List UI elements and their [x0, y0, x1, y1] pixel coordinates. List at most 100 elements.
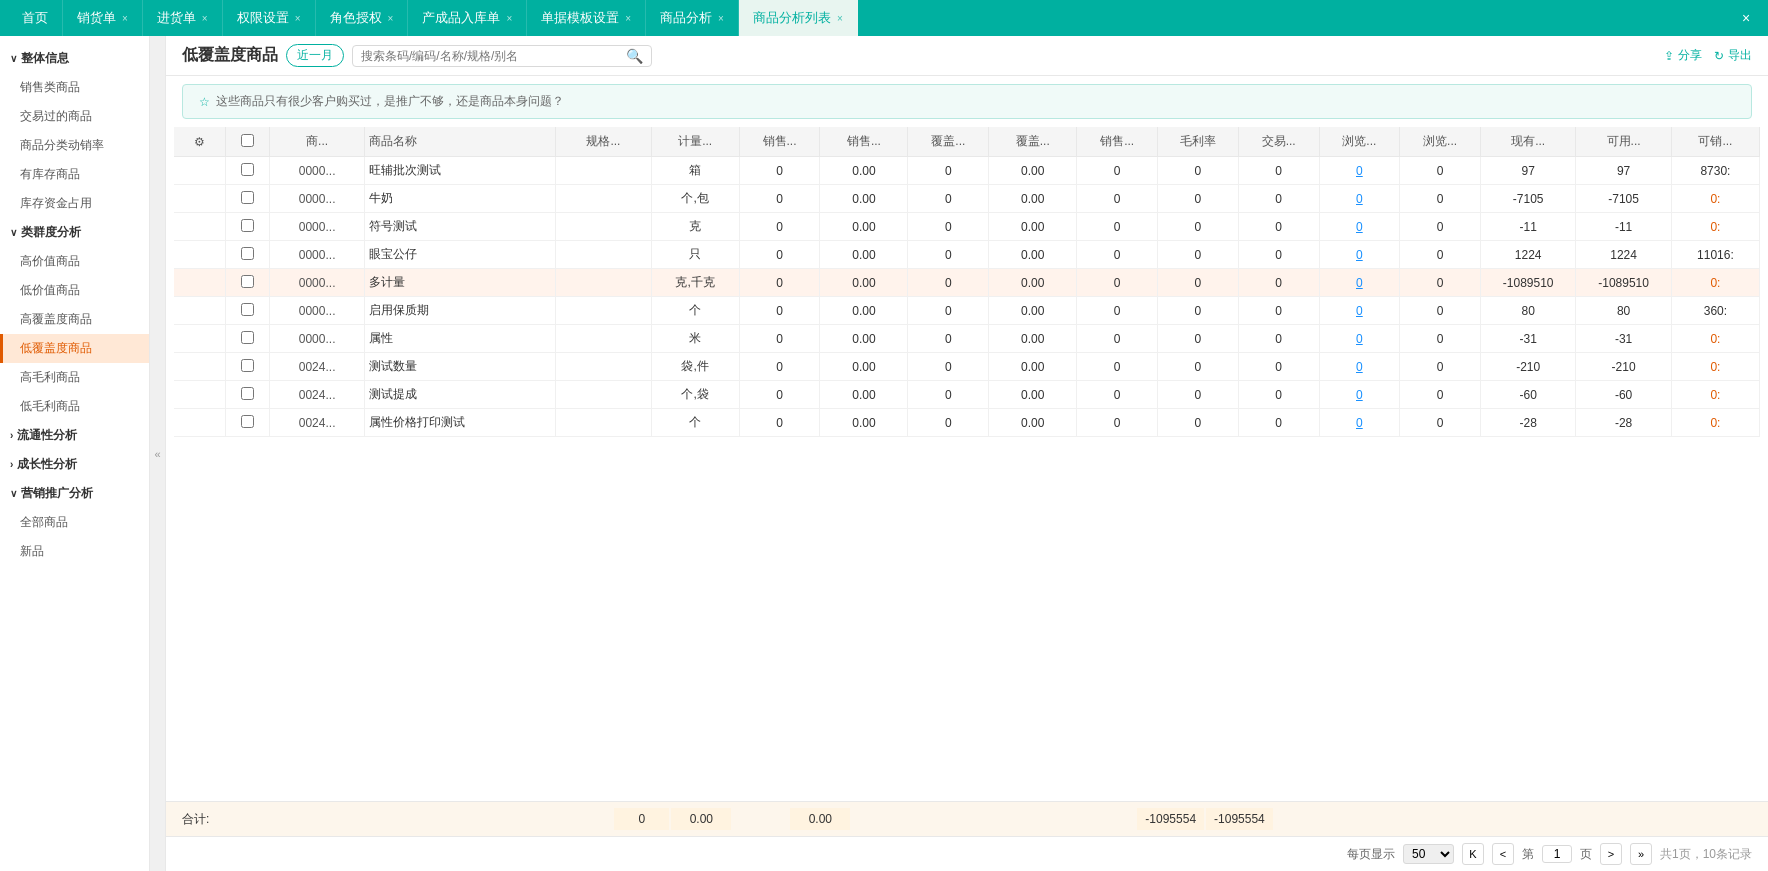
row-sales-count: 0	[1077, 325, 1158, 353]
row-coverage1: 0	[908, 297, 989, 325]
nav-product-analysis-list[interactable]: 商品分析列表 ×	[739, 0, 858, 36]
sidebar-collapse-button[interactable]: «	[150, 36, 166, 871]
row-checkbox-cell[interactable]	[225, 241, 269, 269]
sidebar-item-in-stock[interactable]: 有库存商品	[0, 160, 149, 189]
last-page-button[interactable]: »	[1630, 843, 1652, 865]
row-view1[interactable]: 0	[1319, 213, 1400, 241]
col-settings[interactable]: ⚙	[174, 127, 225, 157]
sidebar-item-high-margin[interactable]: 高毛利商品	[0, 363, 149, 392]
nav-product-storage[interactable]: 产成品入库单 ×	[408, 0, 527, 36]
row-saleable: 0:	[1671, 409, 1759, 437]
search-input[interactable]	[361, 49, 626, 63]
nav-role[interactable]: 角色授权 ×	[316, 0, 409, 36]
nav-close-icon[interactable]: ×	[506, 13, 512, 24]
sidebar-item-stock-fund[interactable]: 库存资金占用	[0, 189, 149, 218]
row-checkbox-cell[interactable]	[225, 213, 269, 241]
row-view2: 0	[1400, 297, 1481, 325]
prev-page-button[interactable]: <	[1492, 843, 1514, 865]
row-checkbox[interactable]	[241, 415, 254, 428]
sidebar-item-sales-goods[interactable]: 销售类商品	[0, 73, 149, 102]
nav-close-icon[interactable]: ×	[202, 13, 208, 24]
nav-close-icon[interactable]: ×	[625, 13, 631, 24]
row-checkbox-cell[interactable]	[225, 353, 269, 381]
sidebar-item-all-goods[interactable]: 全部商品	[0, 508, 149, 537]
first-page-button[interactable]: K	[1462, 843, 1484, 865]
row-view1[interactable]: 0	[1319, 353, 1400, 381]
row-current-stock: 97	[1480, 157, 1575, 185]
nav-close-all-button[interactable]: ×	[1732, 4, 1760, 32]
row-view1[interactable]: 0	[1319, 297, 1400, 325]
content-header: 低覆盖度商品 近一月 🔍 ⇪ 分享 ↻ 导出	[166, 36, 1768, 76]
sidebar-group-cluster[interactable]: ∨ 类群度分析	[0, 218, 149, 247]
col-sales-amt-header: 销售...	[820, 127, 908, 157]
row-checkbox-cell[interactable]	[225, 381, 269, 409]
search-icon[interactable]: 🔍	[626, 48, 643, 64]
nav-close-icon[interactable]: ×	[837, 13, 843, 24]
page-size-select[interactable]: 50 100 200	[1403, 844, 1454, 864]
row-checkbox-cell[interactable]	[225, 325, 269, 353]
row-sales-count: 0	[1077, 185, 1158, 213]
sidebar-item-traded-goods[interactable]: 交易过的商品	[0, 102, 149, 131]
sidebar-item-low-value[interactable]: 低价值商品	[0, 276, 149, 305]
table-row: 0024... 属性价格打印测试 个 0 0.00 0 0.00 0 0 0 0…	[174, 409, 1760, 437]
row-checkbox[interactable]	[241, 163, 254, 176]
row-coverage2: 0.00	[989, 269, 1077, 297]
row-view1[interactable]: 0	[1319, 325, 1400, 353]
sidebar-item-new-goods[interactable]: 新品	[0, 537, 149, 566]
col-checkbox-all[interactable]	[225, 127, 269, 157]
sidebar-group-marketing[interactable]: ∨ 营销推广分析	[0, 479, 149, 508]
sidebar-group-growth[interactable]: › 成长性分析	[0, 450, 149, 479]
sidebar-item-low-margin[interactable]: 低毛利商品	[0, 392, 149, 421]
row-view1[interactable]: 0	[1319, 381, 1400, 409]
select-all-checkbox[interactable]	[241, 134, 254, 147]
row-checkbox[interactable]	[241, 359, 254, 372]
sidebar-item-high-value[interactable]: 高价值商品	[0, 247, 149, 276]
row-checkbox-cell[interactable]	[225, 409, 269, 437]
row-checkbox[interactable]	[241, 247, 254, 260]
row-checkbox-cell[interactable]	[225, 185, 269, 213]
sidebar-item-category-rate[interactable]: 商品分类动销率	[0, 131, 149, 160]
row-checkbox[interactable]	[241, 275, 254, 288]
row-sales-count: 0	[1077, 297, 1158, 325]
sidebar-item-high-coverage[interactable]: 高覆盖度商品	[0, 305, 149, 334]
row-checkbox[interactable]	[241, 191, 254, 204]
row-spec	[556, 241, 651, 269]
nav-close-icon[interactable]: ×	[718, 13, 724, 24]
row-checkbox[interactable]	[241, 331, 254, 344]
nav-sales[interactable]: 销货单 ×	[63, 0, 143, 36]
sidebar-group-liquidity[interactable]: › 流通性分析	[0, 421, 149, 450]
row-checkbox[interactable]	[241, 219, 254, 232]
share-button[interactable]: ⇪ 分享	[1664, 47, 1702, 64]
row-checkbox-cell[interactable]	[225, 269, 269, 297]
row-view1[interactable]: 0	[1319, 409, 1400, 437]
nav-close-icon[interactable]: ×	[295, 13, 301, 24]
row-view1[interactable]: 0	[1319, 157, 1400, 185]
nav-purchase[interactable]: 进货单 ×	[143, 0, 223, 36]
table-row: 0000... 眼宝公仔 只 0 0.00 0 0.00 0 0 0 0 0 1…	[174, 241, 1760, 269]
row-current-stock: -11	[1480, 213, 1575, 241]
next-page-button[interactable]: >	[1600, 843, 1622, 865]
page-number-input[interactable]	[1542, 845, 1572, 863]
nav-close-icon[interactable]: ×	[388, 13, 394, 24]
sidebar-item-low-coverage[interactable]: 低覆盖度商品	[0, 334, 149, 363]
row-checkbox-cell[interactable]	[225, 297, 269, 325]
export-button[interactable]: ↻ 导出	[1714, 47, 1752, 64]
row-unit: 个,袋	[651, 381, 739, 409]
row-name: 眼宝公仔	[365, 241, 556, 269]
nav-template[interactable]: 单据模板设置 ×	[527, 0, 646, 36]
nav-close-icon[interactable]: ×	[122, 13, 128, 24]
row-unit: 袋,件	[651, 353, 739, 381]
row-checkbox[interactable]	[241, 303, 254, 316]
row-checkbox-cell[interactable]	[225, 157, 269, 185]
row-coverage2: 0.00	[989, 409, 1077, 437]
nav-permission[interactable]: 权限设置 ×	[223, 0, 316, 36]
nav-product-analysis[interactable]: 商品分析 ×	[646, 0, 739, 36]
row-view1[interactable]: 0	[1319, 269, 1400, 297]
row-view1[interactable]: 0	[1319, 241, 1400, 269]
nav-home[interactable]: 首页	[8, 0, 63, 36]
row-checkbox[interactable]	[241, 387, 254, 400]
sidebar-group-overall[interactable]: ∨ 整体信息	[0, 44, 149, 73]
row-view1[interactable]: 0	[1319, 185, 1400, 213]
time-filter-button[interactable]: 近一月	[286, 44, 344, 67]
row-view2: 0	[1400, 269, 1481, 297]
